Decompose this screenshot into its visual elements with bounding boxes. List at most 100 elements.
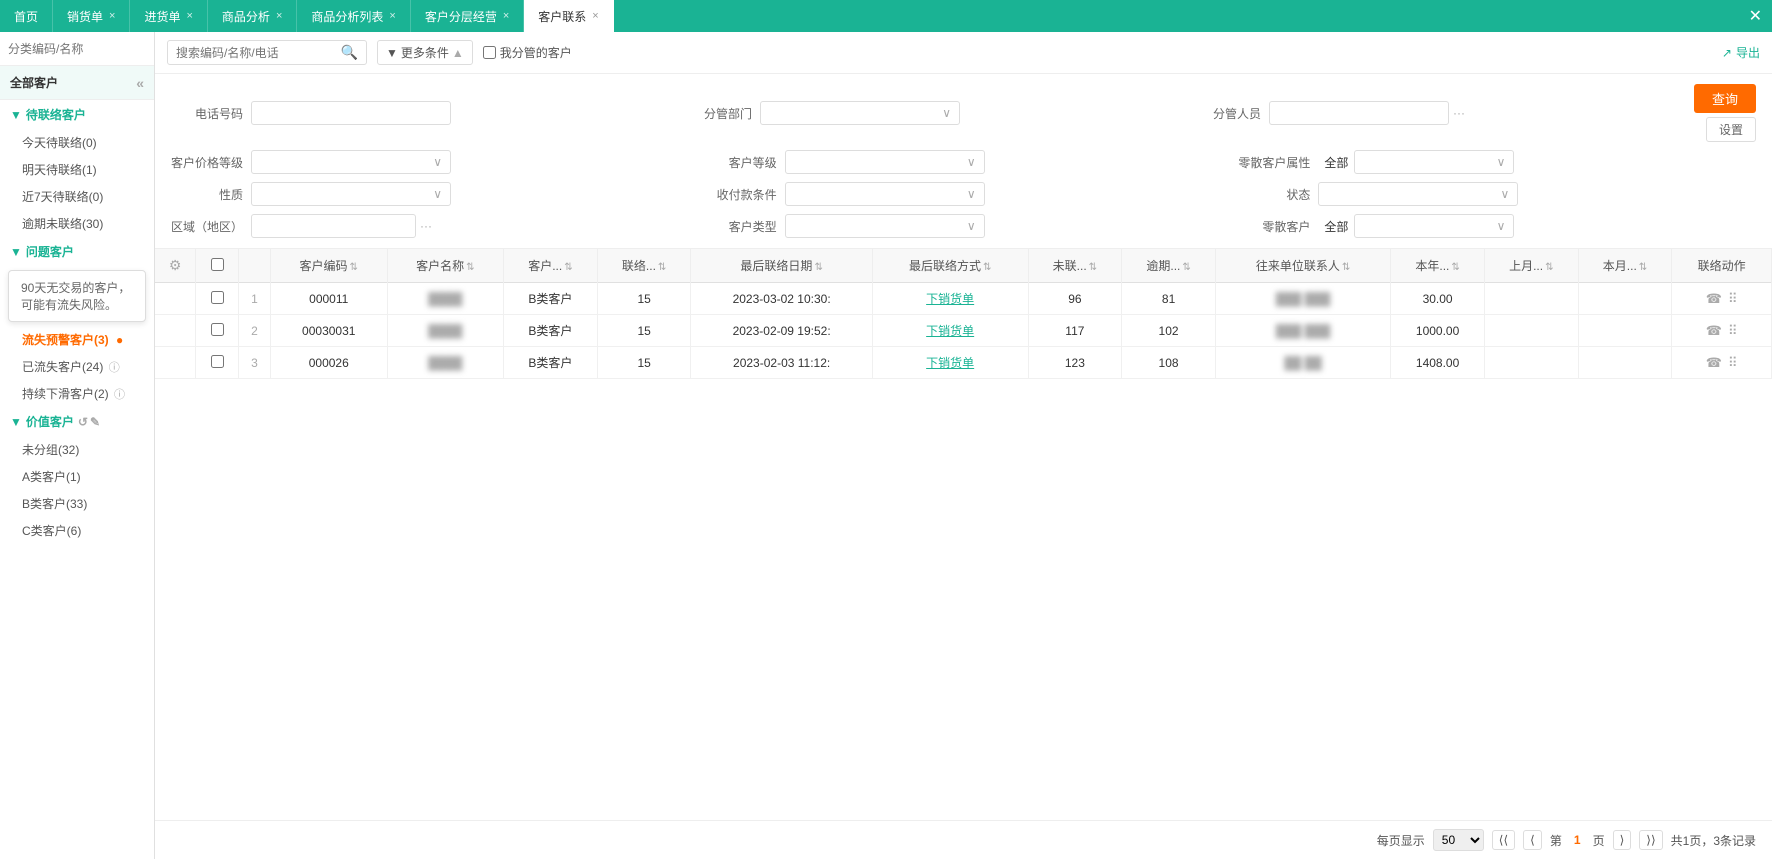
col-contact[interactable]: 联络...⇅ <box>597 249 691 283</box>
my-customers-checkbox[interactable] <box>483 46 496 59</box>
sidebar-group-problem[interactable]: ▼ 问题客户 <box>0 237 154 266</box>
edit-icon[interactable]: ✎ <box>90 415 100 429</box>
sidebar-item-tomorrow[interactable]: 明天待联络(1) <box>0 156 154 183</box>
name-sort-icon: ⇅ <box>466 262 474 273</box>
col-this-year[interactable]: 本年...⇅ <box>1391 249 1485 283</box>
per-page-select[interactable]: 50 100 <box>1433 829 1484 851</box>
query-button[interactable]: 查询 <box>1694 84 1756 113</box>
select-all-checkbox[interactable] <box>211 258 224 271</box>
sidebar-group-value[interactable]: ▼ 价值客户 ↺ ✎ <box>0 407 154 436</box>
page-prev-btn[interactable]: ⟨ <box>1523 830 1542 850</box>
col-unit-contact[interactable]: 往来单位联系人⇅ <box>1215 249 1390 283</box>
tab-home[interactable]: 首页 <box>0 0 53 32</box>
page-last-btn[interactable]: ⟩⟩ <box>1639 830 1662 850</box>
sidebar-item-churned[interactable]: 已流失客户(24) ⓘ <box>0 353 154 380</box>
tab-product-list[interactable]: 商品分析列表 × <box>297 0 410 32</box>
retail-select[interactable]: ∨ <box>1354 214 1514 238</box>
row-contact: 15 <box>597 283 691 315</box>
my-customers-checkbox-label[interactable]: 我分管的客户 <box>483 44 572 61</box>
more-conditions-btn[interactable]: ▼ 更多条件 ▲ <box>377 40 473 65</box>
sidebar-item-c-class[interactable]: C类客户(6) <box>0 517 154 544</box>
tab-customer-tier[interactable]: 客户分层经营 × <box>411 0 524 32</box>
region-input[interactable] <box>251 214 416 238</box>
retail-attr-select[interactable]: ∨ <box>1354 150 1514 174</box>
settings-button[interactable]: 设置 <box>1706 117 1756 142</box>
export-btn[interactable]: ↗ 导出 <box>1722 44 1760 61</box>
action-more-icon[interactable]: ⠿ <box>1728 355 1738 371</box>
tab-close-all[interactable]: ✕ <box>1749 6 1772 26</box>
value-triangle-icon: ▼ <box>10 415 22 429</box>
row-last-method[interactable]: 下销货单 <box>872 315 1028 347</box>
sidebar-item-declining[interactable]: 持续下滑客户(2) ⓘ <box>0 380 154 407</box>
manager-input[interactable] <box>1269 101 1449 125</box>
sidebar-item-a-class[interactable]: A类客户(1) <box>0 463 154 490</box>
sidebar-item-b-class[interactable]: B类客户(33) <box>0 490 154 517</box>
col-overdue[interactable]: 逾期...⇅ <box>1122 249 1216 283</box>
nature-select[interactable]: ∨ <box>251 182 451 206</box>
sidebar-item-7days[interactable]: 近7天待联络(0) <box>0 183 154 210</box>
tab-purchase-close[interactable]: × <box>186 10 192 22</box>
page-next-btn[interactable]: ⟩ <box>1613 830 1632 850</box>
current-page: 1 <box>1570 833 1585 847</box>
row-select-checkbox[interactable] <box>211 291 224 304</box>
col-this-month[interactable]: 本月...⇅ <box>1578 249 1672 283</box>
filter-row-1: 电话号码 分管部门 ∨ 分管人员 ··· <box>171 84 1756 142</box>
search-icon[interactable]: 🔍 <box>341 44 358 61</box>
status-select[interactable]: ∨ <box>1318 182 1518 206</box>
tab-purchase[interactable]: 进货单 × <box>130 0 207 32</box>
row-unit-contact: ███ ███ <box>1215 283 1390 315</box>
col-code[interactable]: 客户编码⇅ <box>270 249 387 283</box>
tab-product-list-close[interactable]: × <box>389 10 395 22</box>
problem-triangle-icon: ▼ <box>10 245 22 259</box>
price-level-select[interactable]: ∨ <box>251 150 451 174</box>
action-phone-icon[interactable]: ☎ <box>1706 291 1722 307</box>
tab-customer-contact[interactable]: 客户联系 × <box>524 0 613 32</box>
tab-sales-close[interactable]: × <box>109 10 115 22</box>
sidebar-item-today[interactable]: 今天待联络(0) <box>0 129 154 156</box>
sidebar-item-churn-warning[interactable]: 流失预警客户(3) ● <box>0 326 154 353</box>
col-last-month[interactable]: 上月...⇅ <box>1484 249 1578 283</box>
row-select-checkbox[interactable] <box>211 355 224 368</box>
col-last-date[interactable]: 最后联络日期⇅ <box>691 249 872 283</box>
filter-field-status: 状态 ∨ <box>1238 182 1756 206</box>
tab-product-analysis[interactable]: 商品分析 × <box>208 0 297 32</box>
col-name[interactable]: 客户名称⇅ <box>387 249 504 283</box>
row-last-month <box>1484 315 1578 347</box>
region-dots-btn[interactable]: ··· <box>416 219 436 233</box>
row-type: B类客户 <box>504 283 598 315</box>
action-more-icon[interactable]: ⠿ <box>1728 291 1738 307</box>
row-select-checkbox[interactable] <box>211 323 224 336</box>
sidebar-item-ungrouped[interactable]: 未分组(32) <box>0 436 154 463</box>
sidebar-item-overdue[interactable]: 逾期未联络(30) <box>0 210 154 237</box>
sidebar-group-pending[interactable]: ▼ 待联络客户 <box>0 100 154 129</box>
sidebar-all-customers[interactable]: 全部客户 « <box>0 66 154 100</box>
row-unit-contact: ██ ██ <box>1215 347 1390 379</box>
sidebar-fold-icon[interactable]: « <box>136 75 144 91</box>
row-last-method[interactable]: 下销货单 <box>872 283 1028 315</box>
tab-product-analysis-close[interactable]: × <box>276 10 282 22</box>
refresh-icon[interactable]: ↺ <box>78 415 88 429</box>
row-last-method[interactable]: 下销货单 <box>872 347 1028 379</box>
dept-select[interactable]: ∨ <box>760 101 960 125</box>
phone-input[interactable] <box>251 101 451 125</box>
col-type[interactable]: 客户...⇅ <box>504 249 598 283</box>
col-last-method[interactable]: 最后联络方式⇅ <box>872 249 1028 283</box>
manager-dots-btn[interactable]: ··· <box>1449 106 1469 120</box>
cust-level-select[interactable]: ∨ <box>785 150 985 174</box>
settings-gear-icon[interactable]: ⚙ <box>169 257 182 273</box>
sidebar-search-input[interactable] <box>8 42 155 56</box>
phone-label: 电话号码 <box>171 105 251 122</box>
tab-customer-tier-close[interactable]: × <box>503 10 509 22</box>
cust-type-select[interactable]: ∨ <box>785 214 985 238</box>
page-first-btn[interactable]: ⟨⟨ <box>1492 830 1515 850</box>
tab-customer-contact-close[interactable]: × <box>592 10 598 22</box>
action-more-icon[interactable]: ⠿ <box>1728 323 1738 339</box>
search-input[interactable] <box>176 46 341 60</box>
col-uncontacted[interactable]: 未联...⇅ <box>1028 249 1122 283</box>
tab-sales[interactable]: 销货单 × <box>53 0 130 32</box>
action-phone-icon[interactable]: ☎ <box>1706 355 1722 371</box>
action-phone-icon[interactable]: ☎ <box>1706 323 1722 339</box>
filter-row-4: 区域（地区） ··· 客户类型 ∨ 零散客户 全部 <box>171 214 1756 238</box>
payment-select[interactable]: ∨ <box>785 182 985 206</box>
col-settings[interactable]: ⚙ <box>155 249 196 283</box>
